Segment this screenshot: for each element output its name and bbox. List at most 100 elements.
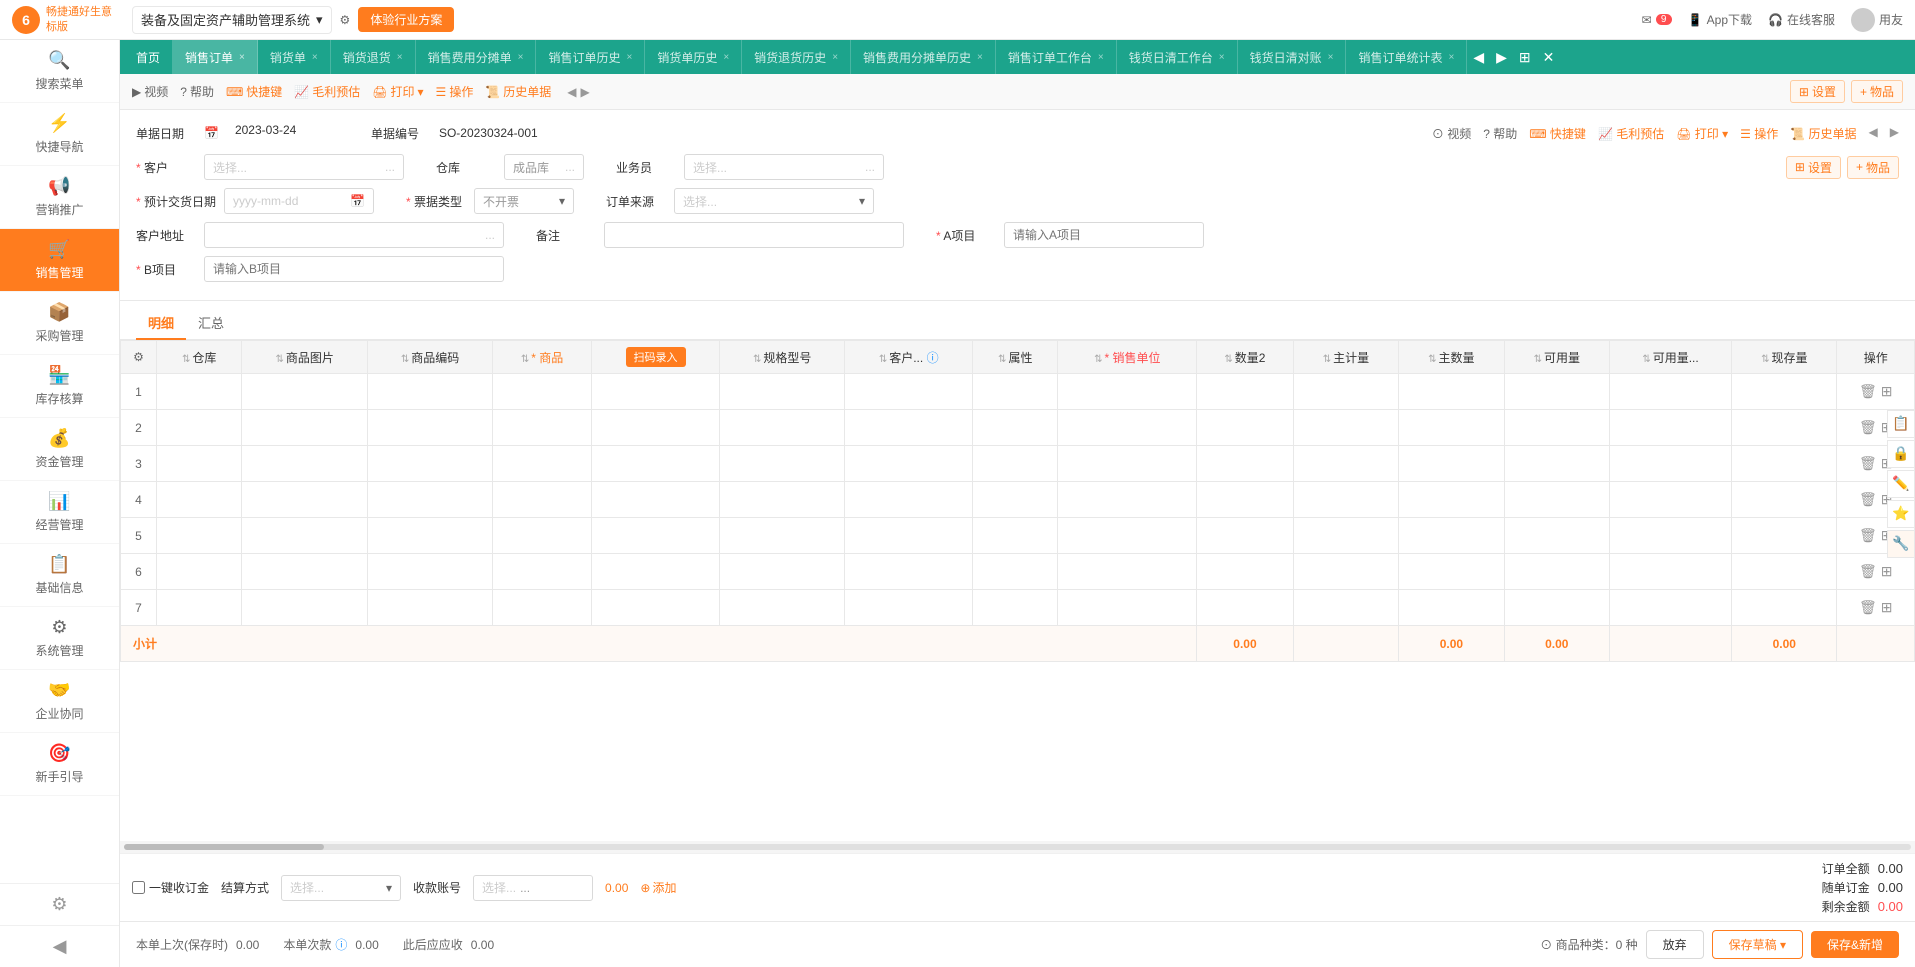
online-service[interactable]: 🎧 在线客服	[1768, 11, 1835, 28]
tab-close-icon[interactable]: ×	[312, 52, 318, 63]
a-project-input[interactable]	[1004, 222, 1204, 248]
delete-icon[interactable]: 🗑	[1859, 599, 1877, 616]
float-btn-2[interactable]: 🔒	[1887, 440, 1915, 468]
sidebar-item-sales[interactable]: 🛒 销售管理	[0, 229, 119, 292]
float-btn-3[interactable]: ✏️	[1887, 470, 1915, 498]
delete-icon[interactable]: 🗑	[1859, 563, 1877, 580]
tab-sales-order[interactable]: 销售订单 ×	[173, 40, 258, 74]
tab-close-icon[interactable]: ×	[1219, 52, 1225, 63]
nav-prev-icon[interactable]: ◀	[567, 85, 576, 99]
sidebar-item-marketing[interactable]: 📢 营销推广	[0, 166, 119, 229]
sidebar-item-search[interactable]: 🔍 搜索菜单	[0, 40, 119, 103]
row-product-1[interactable]	[493, 374, 592, 410]
row-unit-1[interactable]	[1058, 374, 1197, 410]
history-btn2[interactable]: 📜 历史单据	[1790, 125, 1856, 142]
tab-home[interactable]: 首页	[124, 40, 173, 74]
row-qty2-1[interactable]	[1197, 374, 1294, 410]
table-scrollbar[interactable]	[120, 841, 1915, 853]
tab-prev-button[interactable]: ◀	[1467, 49, 1490, 66]
print-btn[interactable]: 🖨 打印 ▾	[372, 83, 423, 100]
float-btn-5[interactable]: 🔧	[1887, 530, 1915, 558]
staff-input[interactable]: 选择... ...	[684, 154, 884, 180]
draft-chevron-icon[interactable]: ▾	[1780, 938, 1786, 952]
operation-btn[interactable]: ☰ 操作	[436, 83, 474, 100]
tab-close-icon[interactable]: ×	[832, 52, 838, 63]
history-btn[interactable]: 📜 历史单据	[485, 83, 551, 100]
sidebar-item-enterprise[interactable]: 🤝 企业协同	[0, 670, 119, 733]
settings-button[interactable]: ⊞ 设置	[1790, 80, 1845, 103]
settings-btn2[interactable]: ⊞ 设置	[1786, 156, 1841, 179]
tab-detail[interactable]: 明细	[136, 307, 186, 340]
notes-input[interactable]	[604, 222, 904, 248]
order-source-input[interactable]: 选择... ▾	[674, 188, 874, 214]
message-icon-item[interactable]: ✉ 9	[1642, 13, 1672, 27]
row-warehouse-1[interactable]	[157, 374, 242, 410]
view-btn[interactable]: ⊙ 视频	[1432, 125, 1471, 142]
tab-close-all-button[interactable]: ✕	[1537, 49, 1561, 66]
sidebar-item-basic[interactable]: 📋 基础信息	[0, 544, 119, 607]
calendar-icon[interactable]: 📅	[204, 126, 219, 140]
tab-sales-stats[interactable]: 销售订单统计表 ×	[1346, 40, 1467, 74]
save-new-button[interactable]: 保存&新增	[1811, 931, 1899, 958]
gear-icon[interactable]: ⚙	[133, 350, 144, 364]
sidebar-item-operations[interactable]: 📊 经营管理	[0, 481, 119, 544]
tab-close-icon[interactable]: ×	[1098, 52, 1104, 63]
float-btn-1[interactable]: 📋	[1887, 410, 1915, 438]
settings-icon[interactable]: ⚙	[340, 13, 351, 27]
row-attr-1[interactable]	[973, 374, 1058, 410]
col-header-gear[interactable]: ⚙	[121, 341, 157, 374]
app-download[interactable]: 📱 App下载	[1688, 11, 1752, 28]
tab-summary[interactable]: 汇总	[186, 307, 236, 340]
delete-icon[interactable]: 🗑	[1859, 419, 1877, 436]
row-spec-1[interactable]	[720, 374, 845, 410]
barcode-button[interactable]: 扫码录入	[626, 347, 686, 367]
invoice-type-select[interactable]: 不开票 ▾	[474, 188, 574, 214]
payment-method-select[interactable]: 选择... ▾	[281, 875, 401, 901]
one-click-checkout-label[interactable]: 一键收订金	[132, 879, 209, 896]
row-code-1[interactable]	[367, 374, 492, 410]
view-video-btn[interactable]: ▶ 视频	[132, 83, 168, 100]
address-input[interactable]: ...	[204, 222, 504, 248]
sidebar-item-purchase[interactable]: 📦 采购管理	[0, 292, 119, 355]
profit-forecast-btn[interactable]: 📈 毛利预估	[294, 83, 360, 100]
tab-daily-clear[interactable]: 钱货日清工作台 ×	[1117, 40, 1238, 74]
add-goods-button[interactable]: + 物品	[1851, 80, 1903, 103]
tab-order-workbench[interactable]: 销售订单工作台 ×	[996, 40, 1117, 74]
warehouse-input[interactable]: 成品库 ...	[504, 154, 584, 180]
delete-icon[interactable]: 🗑	[1859, 455, 1877, 472]
op-btn2[interactable]: ☰ 操作	[1740, 125, 1778, 142]
sidebar-item-finance[interactable]: 💰 资金管理	[0, 418, 119, 481]
tab-sales-invoice[interactable]: 销货单 ×	[258, 40, 331, 74]
profit-btn2[interactable]: 📈 毛利预估	[1598, 125, 1664, 142]
add-goods-btn2[interactable]: + 物品	[1847, 156, 1899, 179]
sidebar-item-system[interactable]: ⚙ 系统管理	[0, 607, 119, 670]
b-project-input[interactable]	[204, 256, 504, 282]
nav-next-icon[interactable]: ▶	[581, 85, 590, 99]
sidebar-item-quicknav[interactable]: ⚡ 快捷导航	[0, 103, 119, 166]
tab-expense-history[interactable]: 销售费用分摊单历史 ×	[851, 40, 996, 74]
delete-icon[interactable]: 🗑	[1859, 491, 1877, 508]
help-btn2[interactable]: ? 帮助	[1483, 125, 1517, 142]
print-btn2[interactable]: 🖨 打印 ▾	[1676, 125, 1728, 142]
user-info[interactable]: 用友	[1851, 8, 1903, 32]
tab-close-icon[interactable]: ×	[397, 52, 403, 63]
tab-sales-order-history[interactable]: 销售订单历史 ×	[536, 40, 645, 74]
solution-button[interactable]: 体验行业方案	[358, 7, 454, 32]
shortcut-btn2[interactable]: ⌨ 快捷键	[1529, 125, 1586, 142]
col-header-barcode[interactable]: 扫码录入	[592, 341, 720, 374]
tab-return-history[interactable]: 销货退货历史 ×	[742, 40, 851, 74]
copy-icon[interactable]: ⊞	[1881, 383, 1893, 400]
tab-daily-account[interactable]: 钱货日清对账 ×	[1238, 40, 1347, 74]
tab-close-icon[interactable]: ×	[1448, 52, 1454, 63]
sidebar-collapse[interactable]: ◀	[0, 925, 119, 967]
nav-next2[interactable]: ▶	[1890, 125, 1899, 142]
copy-icon[interactable]: ⊞	[1881, 599, 1893, 616]
tab-expand-button[interactable]: ⊞	[1513, 49, 1537, 66]
tab-close-icon[interactable]: ×	[723, 52, 729, 63]
sidebar-item-inventory[interactable]: 🏪 库存核算	[0, 355, 119, 418]
delivery-date-input[interactable]: yyyy-mm-dd 📅	[224, 188, 374, 214]
add-btn[interactable]: ⊕ 添加	[640, 879, 676, 896]
copy-icon[interactable]: ⊞	[1881, 563, 1893, 580]
shortcut-btn[interactable]: ⌨ 快捷键	[226, 83, 282, 100]
sidebar-item-guide[interactable]: 🎯 新手引导	[0, 733, 119, 796]
